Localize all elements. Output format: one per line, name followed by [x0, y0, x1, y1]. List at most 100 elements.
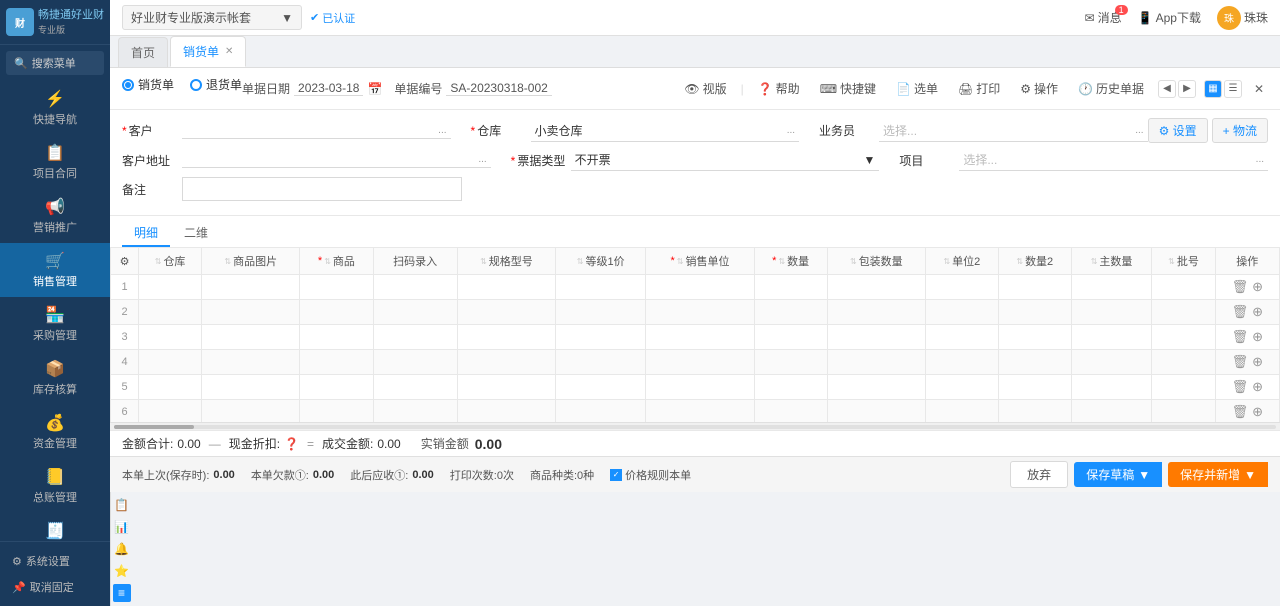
sidebar-item-purchase[interactable]: 🏪 采购管理	[0, 297, 110, 351]
salesperson-dots[interactable]: ...	[1135, 125, 1143, 136]
invoice-select[interactable]: 不开票 ▼	[571, 149, 880, 171]
address-input[interactable]: ...	[182, 152, 491, 168]
warehouse-input[interactable]: 小卖仓库 ...	[531, 120, 800, 142]
user-profile[interactable]: 珠 珠珠	[1217, 6, 1268, 30]
delete-row-1[interactable]: 🗑	[1232, 279, 1249, 295]
calendar-icon[interactable]: 📅	[367, 82, 382, 96]
project-dots[interactable]: ...	[1256, 154, 1264, 165]
sort-icon10[interactable]: ⇅	[1016, 257, 1023, 266]
list-view-icon[interactable]: ☰	[1224, 80, 1242, 98]
sidebar-item-label-project: 项目合同	[33, 165, 77, 181]
sales-order-radio[interactable]: 销货单	[122, 76, 174, 93]
return-order-radio[interactable]: 退货单	[190, 76, 242, 93]
sidebar-item-label-marketing: 营销推广	[33, 219, 77, 235]
action-bar: 本单上次(保存时): 0.00 本单欠款①: 0.00 此后应收①: 0.00 …	[110, 456, 1280, 492]
save-new-button[interactable]: 保存并新增 ▼	[1168, 462, 1268, 487]
settings-col-icon[interactable]: ⚙	[120, 256, 130, 268]
tab-detail[interactable]: 明细	[122, 220, 170, 247]
sort-icon7[interactable]: ⇅	[778, 257, 785, 266]
rp-icon-3[interactable]: 🔔	[113, 540, 131, 558]
copy-row-6[interactable]: ⊕	[1252, 404, 1263, 420]
rp-icon-1[interactable]: 📋	[113, 496, 131, 514]
sidebar-item-invoice[interactable]: 🧾 发票管理	[0, 513, 110, 541]
rp-icon-4[interactable]: ⭐	[113, 562, 131, 580]
sort-icon8[interactable]: ⇅	[850, 257, 857, 266]
copy-row-3[interactable]: ⊕	[1252, 329, 1263, 345]
sort-icon2[interactable]: ⇅	[224, 257, 231, 266]
doc-date-value[interactable]: 2023-03-18	[294, 81, 363, 96]
address-dots[interactable]: ...	[478, 154, 486, 165]
tab-2d[interactable]: 二维	[172, 220, 220, 247]
horizontal-scrollbar[interactable]	[110, 422, 1280, 430]
sidebar-item-project[interactable]: 📋 项目合同	[0, 135, 110, 189]
copy-row-2[interactable]: ⊕	[1252, 304, 1263, 320]
sort-icon[interactable]: ⇅	[155, 257, 162, 266]
form-close-button[interactable]: ✕	[1250, 80, 1268, 98]
invoice-dropdown-icon[interactable]: ▼	[863, 153, 875, 167]
form-settings-button[interactable]: ⚙ 设置	[1148, 118, 1208, 143]
delete-row-3[interactable]: 🗑	[1232, 329, 1249, 345]
sidebar-item-finance[interactable]: 💰 资金管理	[0, 405, 110, 459]
history-action[interactable]: 🕐 历史单据	[1072, 78, 1150, 99]
tab-home-label: 首页	[131, 44, 155, 61]
delete-row-5[interactable]: 🗑	[1232, 379, 1249, 395]
rp-icon-2[interactable]: 📊	[113, 518, 131, 536]
app-download-button[interactable]: 📱 App下载	[1138, 9, 1201, 26]
customer-dots[interactable]: ...	[438, 125, 446, 136]
save-draft-button[interactable]: 保存草稿 ▼	[1074, 462, 1162, 487]
actual-label: 实销金额	[421, 435, 469, 452]
doc-no-value[interactable]: SA-20230318-002	[446, 81, 551, 96]
sidebar-settings[interactable]: ⚙ 系统设置	[6, 548, 104, 574]
sidebar-item-inventory[interactable]: 📦 库存核算	[0, 351, 110, 405]
delete-row-6[interactable]: 🗑	[1232, 404, 1249, 420]
project-input[interactable]: 选择... ...	[959, 149, 1268, 171]
search-menu-button[interactable]: 🔍 搜索菜单	[6, 51, 104, 75]
copy-row-5[interactable]: ⊕	[1252, 379, 1263, 395]
sort-icon5[interactable]: ⇅	[577, 257, 584, 266]
sort-icon12[interactable]: ⇅	[1168, 257, 1175, 266]
customer-input[interactable]: ...	[182, 123, 451, 139]
col-settings[interactable]: ⚙	[111, 248, 139, 275]
sidebar-item-marketing[interactable]: 📢 营销推广	[0, 189, 110, 243]
operations-action[interactable]: ⚙ 操作	[1014, 78, 1064, 99]
table-row: 6 🗑⊕	[111, 400, 1280, 423]
remark-input[interactable]	[182, 177, 462, 201]
doc-actions: 👁 视版 | ❓ 帮助 ⌨ 快捷键 📄 选单	[678, 78, 1268, 99]
help-action[interactable]: ❓ 帮助	[752, 78, 806, 99]
next-arrow[interactable]: ▶	[1178, 80, 1196, 98]
tab-close-icon[interactable]: ✕	[225, 46, 233, 57]
copy-row-4[interactable]: ⊕	[1252, 354, 1263, 370]
sort-icon9[interactable]: ⇅	[943, 257, 950, 266]
delete-row-4[interactable]: 🗑	[1232, 354, 1249, 370]
form-add-button[interactable]: + 物流	[1212, 118, 1268, 143]
tab-sales-order[interactable]: 销货单 ✕	[170, 36, 246, 67]
sort-icon6[interactable]: ⇅	[677, 257, 684, 266]
sort-icon3[interactable]: ⇅	[324, 257, 331, 266]
messages-button[interactable]: ✉ 消息 1	[1085, 9, 1122, 26]
grid-view-icon[interactable]: ▦	[1204, 80, 1222, 98]
discount-help-icon[interactable]: ❓	[284, 437, 299, 451]
salesperson-input[interactable]: 选择... ...	[879, 120, 1148, 142]
warehouse-dots[interactable]: ...	[787, 125, 795, 136]
table-row: 3 🗑⊕	[111, 325, 1280, 350]
prev-arrow[interactable]: ◀	[1158, 80, 1176, 98]
abandon-button[interactable]: 放弃	[1010, 461, 1068, 488]
price-check-checkbox[interactable]: ✓	[610, 469, 622, 481]
company-selector[interactable]: 好业财专业版演示帐套 ▼	[122, 5, 302, 30]
sort-icon11[interactable]: ⇅	[1091, 257, 1098, 266]
rp-icon-5[interactable]: ≡	[113, 584, 131, 602]
scrollbar-thumb[interactable]	[114, 425, 194, 429]
print-action[interactable]: 🖨 打印	[952, 78, 1006, 99]
delete-row-2[interactable]: 🗑	[1232, 304, 1249, 320]
sidebar-unpin[interactable]: 📌 取消固定	[6, 574, 104, 600]
tab-home[interactable]: 首页	[118, 37, 168, 67]
select-action[interactable]: 📄 选单	[890, 78, 944, 99]
view-action[interactable]: 👁 视版	[678, 78, 732, 99]
sidebar-item-label-finance: 资金管理	[33, 435, 77, 451]
sidebar-item-sales[interactable]: 🛒 销售管理	[0, 243, 110, 297]
sort-icon4[interactable]: ⇅	[480, 257, 487, 266]
copy-row-1[interactable]: ⊕	[1252, 279, 1263, 295]
sidebar-item-quick-nav[interactable]: ⚡ 快捷导航	[0, 81, 110, 135]
shortcut-action[interactable]: ⌨ 快捷键	[814, 78, 882, 99]
sidebar-item-ledger[interactable]: 📒 总账管理	[0, 459, 110, 513]
